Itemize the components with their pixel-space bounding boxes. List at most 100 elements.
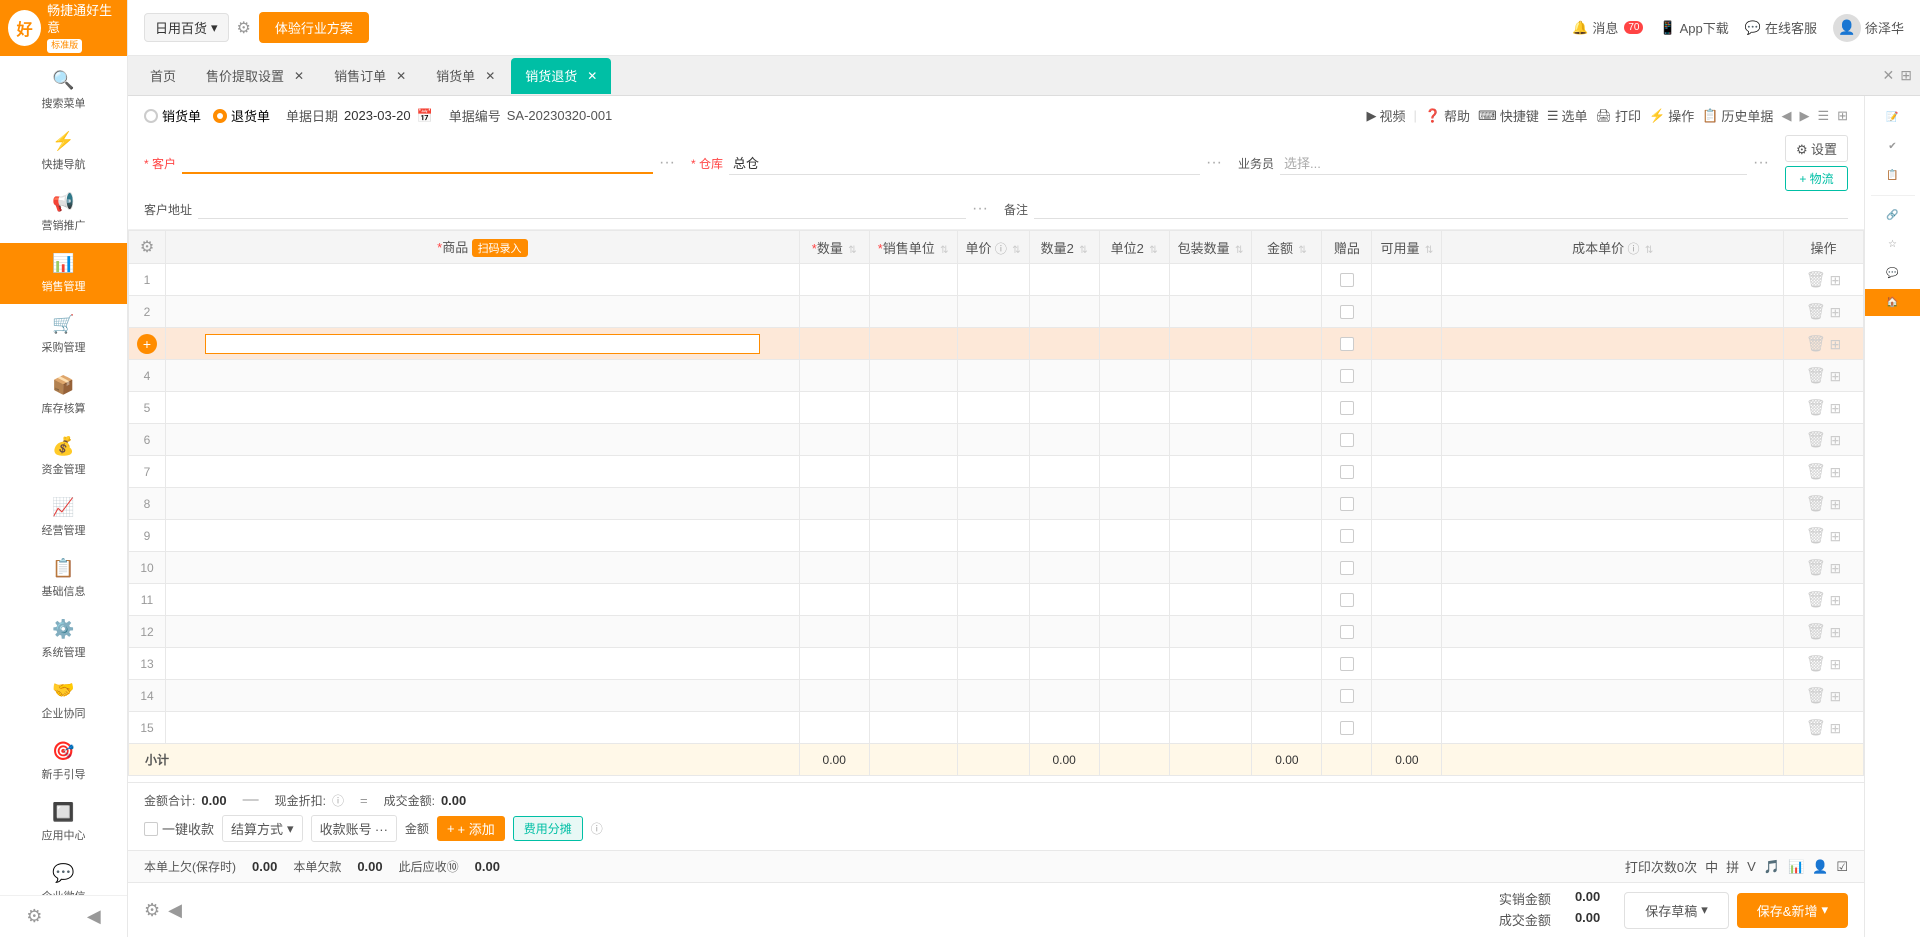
pkg-sort-icon[interactable]: ⇅ [1235,245,1243,256]
row-qty2-5[interactable] [1029,392,1099,424]
copy-row-6[interactable]: ⊞ [1829,432,1841,448]
row-unit-4[interactable] [869,360,957,392]
tool-user[interactable]: 👤 [1812,859,1828,875]
row-qty2-8[interactable] [1029,488,1099,520]
tab-menu-icon[interactable]: ⊞ [1900,67,1912,84]
row-qty2-2[interactable] [1029,296,1099,328]
row-cost-11[interactable] [1442,584,1784,616]
warehouse-input[interactable]: 总仓 [729,151,1200,175]
row-qty-3[interactable] [799,328,869,360]
row-unit2-3[interactable] [1099,328,1169,360]
copy-row-15[interactable]: ⊞ [1829,720,1841,736]
row-unit-7[interactable] [869,456,957,488]
row-price-4[interactable] [957,360,1029,392]
calendar-icon[interactable]: 📅 [417,108,433,124]
copy-row-7[interactable]: ⊞ [1829,464,1841,480]
row-unit2-13[interactable] [1099,648,1169,680]
tool-chart[interactable]: 📊 [1788,859,1804,875]
copy-row-9[interactable]: ⊞ [1829,528,1841,544]
qty2-sort-icon[interactable]: ⇅ [1079,245,1087,256]
customer-input[interactable] [182,153,653,174]
delete-row-4[interactable]: 🗑 [1806,368,1826,385]
row-pkg-2[interactable] [1169,296,1252,328]
row-price-3[interactable] [957,328,1029,360]
row-unit2-10[interactable] [1099,552,1169,584]
row-available-3[interactable] [1372,328,1442,360]
scan-input-btn[interactable]: 扫码录入 [472,239,528,257]
unit-sort-icon[interactable]: ⇅ [940,245,948,256]
row-price-7[interactable] [957,456,1029,488]
account-no-input[interactable]: 收款账号 ··· [311,815,397,842]
row-price-11[interactable] [957,584,1029,616]
row-available-8[interactable] [1372,488,1442,520]
product-input-3[interactable] [205,334,760,354]
gift-checkbox-12[interactable] [1340,625,1354,639]
row-pkg-12[interactable] [1169,616,1252,648]
row-cost-4[interactable] [1442,360,1784,392]
tool-music[interactable]: 🎵 [1764,859,1780,875]
right-panel-btn-2[interactable]: ✔ [1865,133,1920,160]
row-pkg-11[interactable] [1169,584,1252,616]
delete-row-12[interactable]: 🗑 [1806,624,1826,641]
row-pkg-13[interactable] [1169,648,1252,680]
row-amount-3[interactable] [1252,328,1322,360]
row-pkg-9[interactable] [1169,520,1252,552]
sidebar-item-quick[interactable]: ⚡ 快捷导航 [0,121,127,182]
row-price-14[interactable] [957,680,1029,712]
unit2-sort-icon[interactable]: ⇅ [1149,245,1157,256]
tool-check[interactable]: ☑ [1836,859,1848,875]
row-qty2-4[interactable] [1029,360,1099,392]
sidebar-item-purchase[interactable]: 🛒 采购管理 [0,304,127,365]
row-amount-15[interactable] [1252,712,1322,744]
setting-btn[interactable]: ⚙ 设置 [1785,135,1848,162]
row-amount-8[interactable] [1252,488,1322,520]
gear-icon[interactable]: ⚙ [140,239,154,256]
logistics-btn[interactable]: + 物流 [1785,166,1848,191]
delete-row-3[interactable]: 🗑 [1806,336,1826,353]
delete-row-13[interactable]: 🗑 [1806,656,1826,673]
cost-sort-icon[interactable]: ⇅ [1645,245,1653,256]
row-qty2-15[interactable] [1029,712,1099,744]
row-unit2-6[interactable] [1099,424,1169,456]
row-cost-2[interactable] [1442,296,1784,328]
action-shortcut[interactable]: ⌨ 快捷键 [1478,106,1539,125]
amount-sort-icon[interactable]: ⇅ [1298,245,1306,256]
gift-checkbox-5[interactable] [1340,401,1354,415]
row-qty-12[interactable] [799,616,869,648]
sidebar-item-inventory[interactable]: 📦 库存核算 [0,365,127,426]
row-amount-5[interactable] [1252,392,1322,424]
row-unit-6[interactable] [869,424,957,456]
row-price-13[interactable] [957,648,1029,680]
tab-sales-order-close[interactable]: ✕ [396,69,406,83]
row-qty-8[interactable] [799,488,869,520]
gift-checkbox-2[interactable] [1340,305,1354,319]
action-print[interactable]: 🖨 打印 [1596,106,1642,125]
copy-row-13[interactable]: ⊞ [1829,656,1841,672]
row-unit2-7[interactable] [1099,456,1169,488]
row-qty-10[interactable] [799,552,869,584]
delete-row-11[interactable]: 🗑 [1806,592,1826,609]
row-qty2-14[interactable] [1029,680,1099,712]
row-cost-1[interactable] [1442,264,1784,296]
row-available-6[interactable] [1372,424,1442,456]
gift-checkbox-11[interactable] [1340,593,1354,607]
tab-sales-delivery-close[interactable]: ✕ [485,69,495,83]
delete-row-7[interactable]: 🗑 [1806,464,1826,481]
sidebar-item-system[interactable]: ⚙️ 系统管理 [0,609,127,670]
row-product-4[interactable] [166,360,800,392]
header-gear-icon[interactable]: ⚙ [237,18,251,38]
delete-row-6[interactable]: 🗑 [1806,432,1826,449]
nav-next-icon[interactable]: ▶ [1799,108,1809,124]
gift-checkbox-9[interactable] [1340,529,1354,543]
row-unit-15[interactable] [869,712,957,744]
action-history[interactable]: 📋 历史单据 [1702,106,1773,125]
row-unit2-11[interactable] [1099,584,1169,616]
gift-checkbox-6[interactable] [1340,433,1354,447]
sidebar-collapse-btn[interactable]: ◀ [87,906,101,927]
row-product-9[interactable] [166,520,800,552]
tab-price-setting[interactable]: 售价提取设置 ✕ [192,58,318,94]
row-qty2-12[interactable] [1029,616,1099,648]
action-video[interactable]: ▶ 视频 [1366,106,1405,125]
tab-sales-return[interactable]: 销货退货 ✕ [511,58,611,94]
expense-split-info-icon[interactable]: ⓘ [591,820,603,837]
